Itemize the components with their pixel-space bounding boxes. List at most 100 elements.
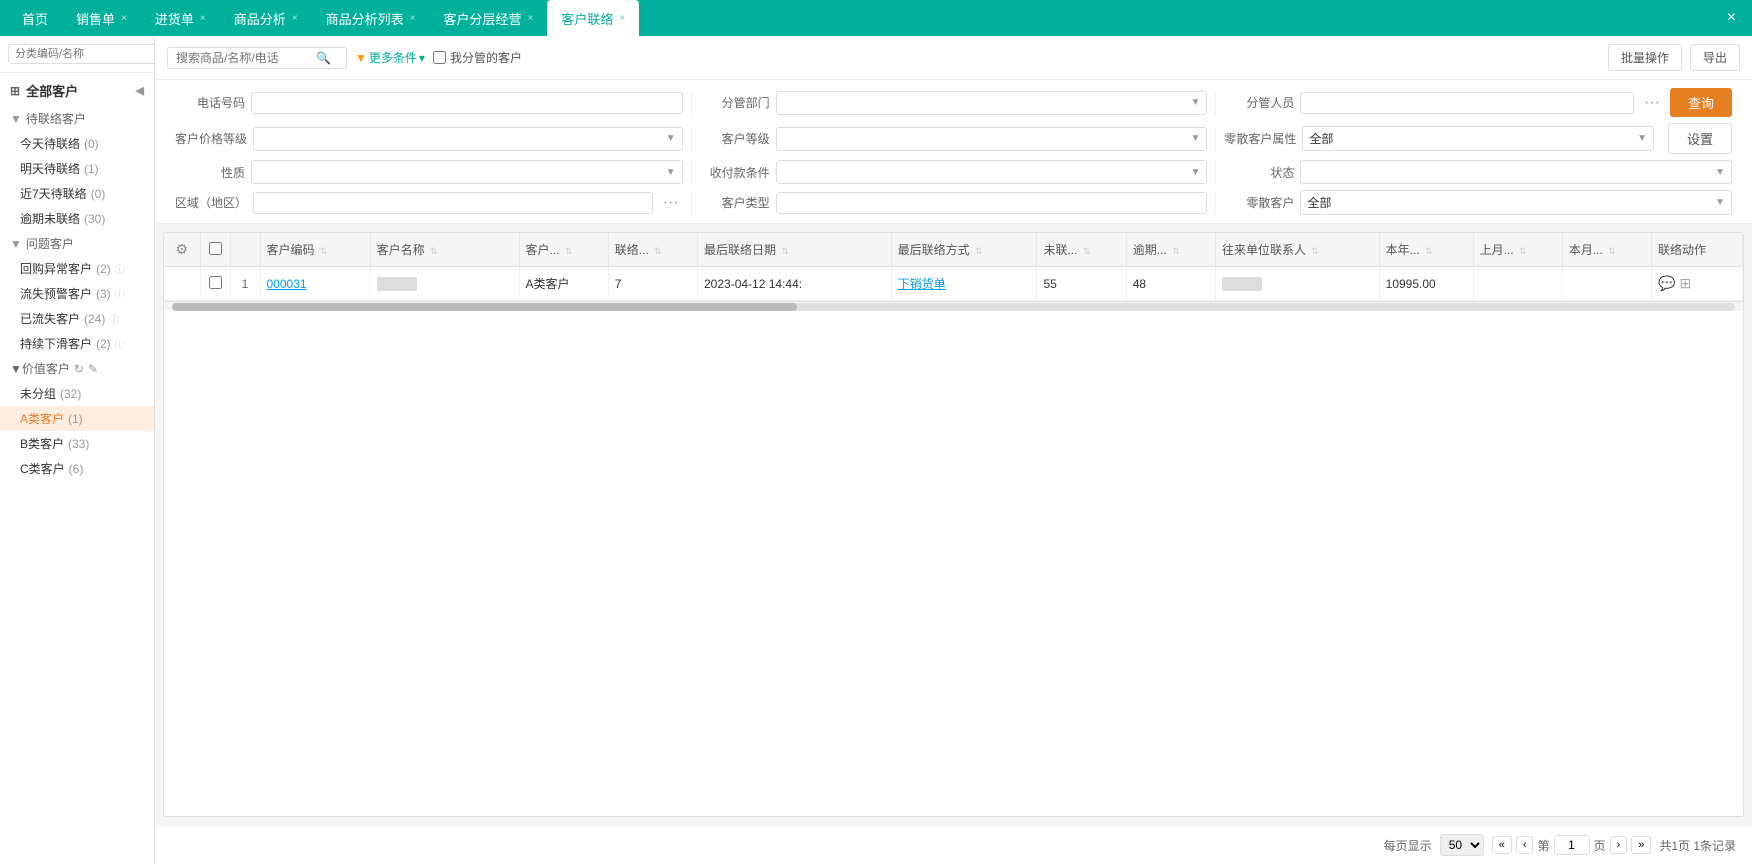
- first-page-button[interactable]: «: [1492, 836, 1512, 854]
- col-last-date-sort[interactable]: ⇅: [781, 246, 789, 256]
- row-last-method[interactable]: 下销货单: [898, 277, 946, 291]
- nav-customer-segment-close[interactable]: ×: [527, 13, 533, 24]
- sidebar-collapse-icon[interactable]: ◀: [136, 84, 144, 97]
- row-last-method-cell[interactable]: 下销货单: [891, 267, 1037, 301]
- col-this-month-sort[interactable]: ⇅: [1608, 246, 1616, 256]
- filter-nature-select[interactable]: ▼: [251, 160, 683, 184]
- nav-home[interactable]: 首页: [8, 0, 62, 36]
- sidebar-item-today[interactable]: 今天待联络 (0): [0, 131, 154, 156]
- nav-purchase-close[interactable]: ×: [200, 13, 206, 24]
- filter-payment-select[interactable]: ▼: [776, 160, 1208, 184]
- sidebar-item-overdue[interactable]: 逾期未联络 (30): [0, 206, 154, 231]
- row-this-year: 10995.00: [1386, 277, 1436, 291]
- sidebar-item-tomorrow[interactable]: 明天待联络 (1): [0, 156, 154, 181]
- col-type-sort[interactable]: ⇅: [565, 246, 573, 256]
- col-no-contact-sort[interactable]: ⇅: [1083, 246, 1091, 256]
- sidebar-item-lost[interactable]: 已流失客户 (24) ⓘ: [0, 306, 154, 331]
- settings-button[interactable]: 设置: [1668, 123, 1732, 154]
- col-contact-sort[interactable]: ⇅: [654, 246, 662, 256]
- sidebar-item-type-b[interactable]: B类客户 (33): [0, 431, 154, 456]
- col-this-year[interactable]: 本年... ⇅: [1379, 233, 1473, 267]
- scrollbar-thumb[interactable]: [172, 303, 797, 311]
- sidebar-item-lost-label: 已流失客户: [20, 310, 80, 327]
- nav-sales-close[interactable]: ×: [121, 13, 127, 24]
- nav-analysis-list[interactable]: 商品分析列表 ×: [312, 0, 430, 36]
- gear-icon[interactable]: ⚙: [175, 241, 188, 257]
- nav-analysis[interactable]: 商品分析 ×: [220, 0, 312, 36]
- refresh-icon[interactable]: ↻: [74, 362, 84, 376]
- col-code-sort[interactable]: ⇅: [320, 246, 328, 256]
- col-settings[interactable]: ⚙: [164, 233, 200, 267]
- sidebar-pending-title[interactable]: ▼ 待联络客户: [0, 106, 154, 131]
- sidebar-item-declining[interactable]: 持续下滑客户 (2) ⓘ: [0, 331, 154, 356]
- nav-customer-contact-close[interactable]: ×: [619, 13, 625, 24]
- col-unit-contact[interactable]: 往来单位联系人 ⇅: [1215, 233, 1379, 267]
- sidebar-item-7days[interactable]: 近7天待联络 (0): [0, 181, 154, 206]
- col-last-month-sort[interactable]: ⇅: [1519, 246, 1527, 256]
- page-number-input[interactable]: [1554, 835, 1590, 855]
- filter-search-icon[interactable]: 🔍: [316, 51, 331, 65]
- filter-person-input[interactable]: [1300, 92, 1634, 114]
- col-name[interactable]: 客户名称 ⇅: [370, 233, 519, 267]
- row-code[interactable]: 000031: [267, 277, 307, 291]
- filter-cust-grade-select[interactable]: ▼: [776, 127, 1208, 151]
- grid-action-icon[interactable]: ⊞: [1679, 275, 1691, 292]
- filter-search-input[interactable]: [176, 51, 316, 65]
- horizontal-scrollbar[interactable]: [164, 301, 1743, 311]
- sidebar-item-type-a[interactable]: A类客户 (1): [0, 406, 154, 431]
- next-page-button[interactable]: ›: [1610, 836, 1628, 854]
- filter-dept-select[interactable]: ▼: [776, 91, 1208, 115]
- filter-region-input[interactable]: [253, 192, 653, 214]
- sidebar-item-ungrouped[interactable]: 未分组 (32): [0, 381, 154, 406]
- col-name-sort[interactable]: ⇅: [430, 246, 438, 256]
- col-contact[interactable]: 联络... ⇅: [608, 233, 697, 267]
- filter-region-more[interactable]: ···: [659, 194, 683, 212]
- filter-more-btn[interactable]: ▼ 更多条件 ▾: [355, 49, 425, 66]
- nav-customer-contact[interactable]: 客户联络 ×: [547, 0, 639, 36]
- sidebar-problem-title[interactable]: ▼ 问题客户: [0, 231, 154, 256]
- sidebar-item-repeat-abnormal[interactable]: 回购异常客户 (2) ⓘ: [0, 256, 154, 281]
- sidebar-all-customers-header[interactable]: ⊞ 全部客户 ◀: [0, 73, 154, 106]
- nav-analysis-list-close[interactable]: ×: [410, 13, 416, 24]
- filter-person-more[interactable]: ···: [1640, 94, 1664, 112]
- edit-icon[interactable]: ✎: [88, 362, 98, 376]
- page-size-select[interactable]: 50: [1440, 834, 1484, 856]
- filter-retail-cust-select[interactable]: 全部 ▼: [1300, 190, 1732, 215]
- col-last-month[interactable]: 上月... ⇅: [1473, 233, 1562, 267]
- nav-sales[interactable]: 销售单 ×: [62, 0, 141, 36]
- filter-status-select[interactable]: ▼: [1300, 160, 1732, 184]
- row-checkbox[interactable]: [209, 276, 222, 289]
- sidebar-search-input[interactable]: [8, 44, 155, 64]
- col-overdue[interactable]: 逾期... ⇅: [1126, 233, 1215, 267]
- close-all-tabs[interactable]: ×: [1719, 9, 1744, 27]
- nav-customer-segment[interactable]: 客户分层经营 ×: [429, 0, 547, 36]
- col-last-method-sort[interactable]: ⇅: [975, 246, 983, 256]
- nav-purchase[interactable]: 进货单 ×: [141, 0, 220, 36]
- col-overdue-sort[interactable]: ⇅: [1172, 246, 1180, 256]
- sidebar-item-loss-warning[interactable]: 流失预警客户 (3) ⓘ: [0, 281, 154, 306]
- sidebar-item-type-c[interactable]: C类客户 (6): [0, 456, 154, 481]
- export-button[interactable]: 导出: [1690, 44, 1740, 71]
- row-code-cell[interactable]: 000031: [260, 267, 370, 301]
- prev-page-button[interactable]: ‹: [1516, 836, 1534, 854]
- batch-ops-button[interactable]: 批量操作: [1608, 44, 1682, 71]
- col-last-date[interactable]: 最后联络日期 ⇅: [698, 233, 892, 267]
- filter-cust-type-input[interactable]: [776, 192, 1208, 214]
- col-no-contact[interactable]: 未联... ⇅: [1037, 233, 1126, 267]
- last-page-button[interactable]: »: [1631, 836, 1651, 854]
- page-label: 第: [1537, 837, 1549, 854]
- select-all-checkbox[interactable]: [209, 242, 222, 255]
- filter-phone-input[interactable]: [251, 92, 683, 114]
- filter-scatter-attr-select[interactable]: 全部 ▼: [1302, 126, 1654, 151]
- col-type[interactable]: 客户... ⇅: [519, 233, 608, 267]
- chat-icon[interactable]: 💬: [1658, 275, 1675, 292]
- col-unit-contact-sort[interactable]: ⇅: [1311, 246, 1319, 256]
- nav-analysis-close[interactable]: ×: [292, 13, 298, 24]
- query-button[interactable]: 查询: [1670, 88, 1732, 117]
- col-code[interactable]: 客户编码 ⇅: [260, 233, 370, 267]
- filter-price-grade-select[interactable]: ▼: [253, 127, 683, 151]
- col-last-method[interactable]: 最后联络方式 ⇅: [891, 233, 1037, 267]
- col-this-year-sort[interactable]: ⇅: [1425, 246, 1433, 256]
- my-customers-checkbox[interactable]: [433, 51, 446, 64]
- col-this-month[interactable]: 本月... ⇅: [1562, 233, 1651, 267]
